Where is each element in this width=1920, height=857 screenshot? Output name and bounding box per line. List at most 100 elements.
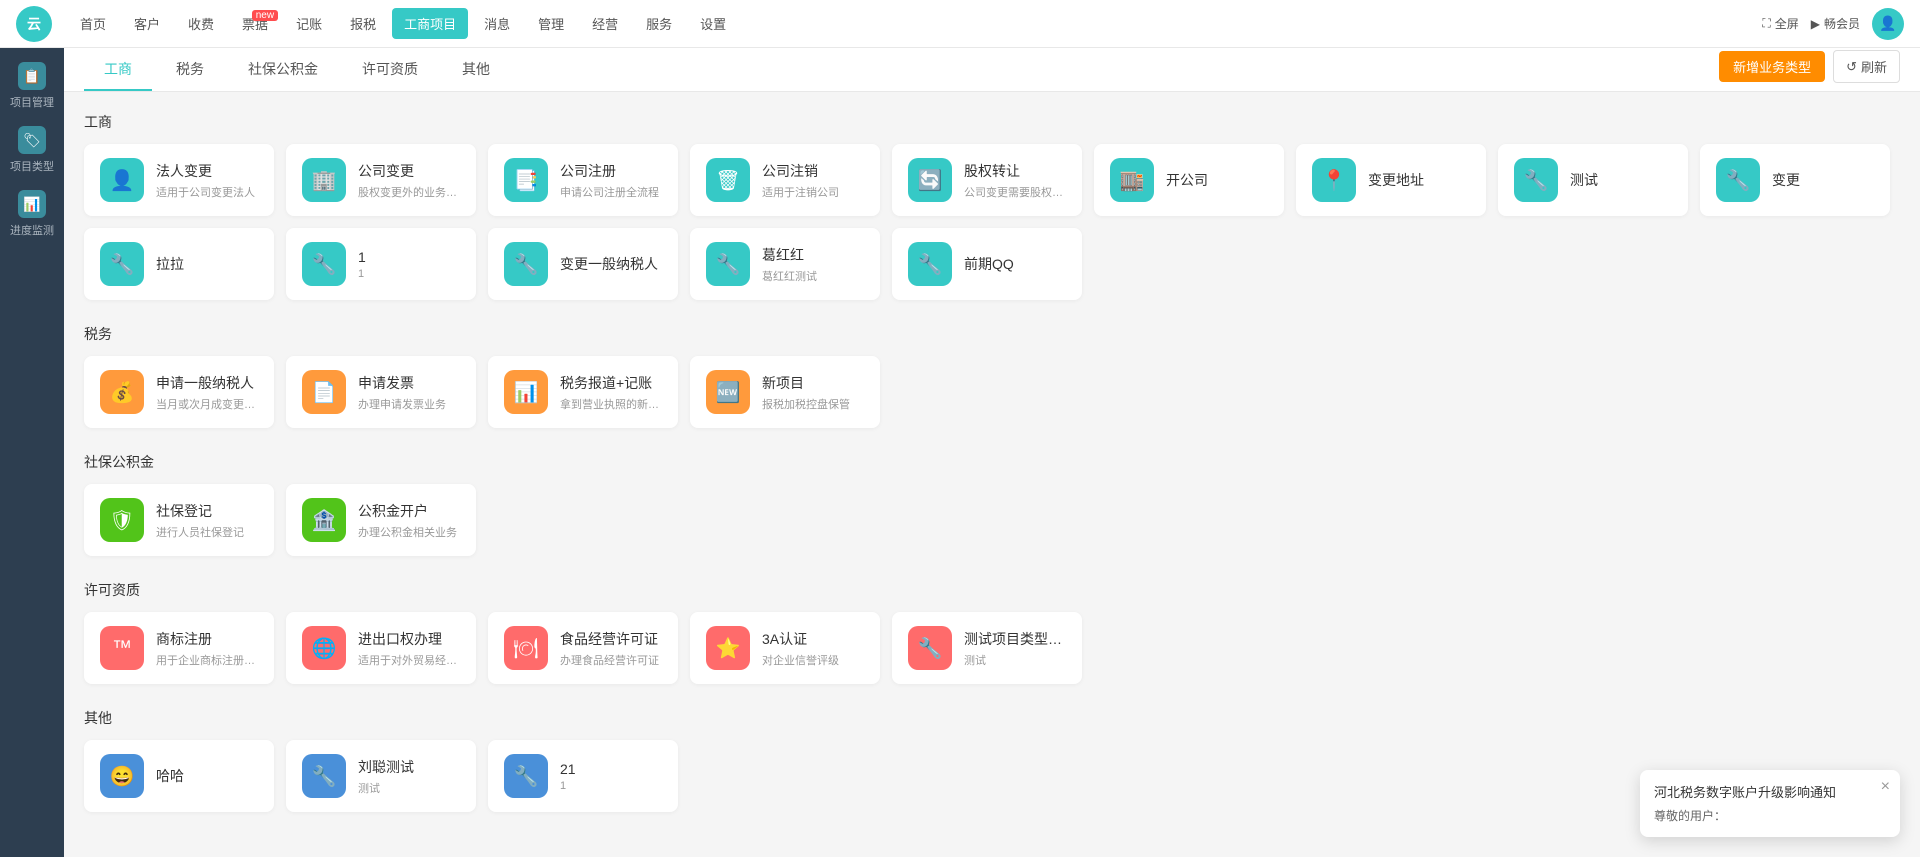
nav-item-fee[interactable]: 收费 xyxy=(176,8,226,39)
card-text-test-type: 测试项目类型目定义测试 xyxy=(964,629,1066,668)
card-desc-apply-taxpayer: 当月或次月成变更完成 xyxy=(156,396,258,412)
tabs-bar: 工商税务社保公积金许可资质其他 新增业务类型 ↺ 刷新 xyxy=(64,48,1920,92)
sidebar-item-progress-monitor[interactable]: 📊进度监测 xyxy=(2,184,62,244)
nav-item-manage[interactable]: 管理 xyxy=(526,8,576,39)
fullscreen-btn[interactable]: ⛶ 全屏 xyxy=(1762,15,1798,32)
card-desc-one: 1 xyxy=(358,268,460,280)
nav-item-service[interactable]: 服务 xyxy=(634,8,684,39)
card-equity-transfer[interactable]: 🔄 股权转让公司变更需要股权转让 xyxy=(892,144,1082,216)
card-text-prev-qq: 前期QQ xyxy=(964,254,1066,274)
card-name-import-export: 进出口权办理 xyxy=(358,629,460,649)
play-icon: ▶ xyxy=(1811,17,1820,31)
card-3a-cert[interactable]: ⭐3A认证对企业信誉评级 xyxy=(690,612,880,684)
card-change-taxpayer[interactable]: 🔧变更一般纳税人 xyxy=(488,228,678,300)
card-social-register[interactable]: 🛡社保登记进行人员社保登记 xyxy=(84,484,274,556)
card-name-test-type: 测试项目类型目定义 xyxy=(964,629,1066,649)
card-trademark-register[interactable]: ™商标注册用于企业商标注册服务 xyxy=(84,612,274,684)
card-name-test: 测试 xyxy=(1570,170,1672,190)
card-test[interactable]: 🔧测试 xyxy=(1498,144,1688,216)
card-liu-ce-test[interactable]: 🔧刘聪测试测试 xyxy=(286,740,476,812)
nav-item-account[interactable]: 记账 xyxy=(284,8,334,39)
nav-item-settings[interactable]: 设置 xyxy=(688,8,738,39)
card-icon-prev-qq: 🔧 xyxy=(908,242,952,286)
card-text-change-taxpayer: 变更一般纳税人 xyxy=(560,254,662,274)
card-name-change: 变更 xyxy=(1772,170,1874,190)
cards-grid-license-section: ™商标注册用于企业商标注册服务🌐进出口权办理适用于对外贸易经营者🍽食品经营许可证… xyxy=(84,612,1900,684)
section-title-license-section: 许可资质 xyxy=(84,580,1900,600)
card-haha[interactable]: 😄哈哈 xyxy=(84,740,274,812)
card-twenty-one[interactable]: 🔧211 xyxy=(488,740,678,812)
card-name-equity-transfer: 股权转让 xyxy=(964,161,1066,181)
section-title-social-fund-section: 社保公积金 xyxy=(84,452,1900,472)
section-title-tax-section: 税务 xyxy=(84,324,1900,344)
card-prev-qq[interactable]: 🔧 前期QQ xyxy=(892,228,1082,300)
card-apply-taxpayer[interactable]: 💰申请一般纳税人当月或次月成变更完成 xyxy=(84,356,274,428)
card-text-equity-transfer: 股权转让公司变更需要股权转让 xyxy=(964,161,1066,200)
card-food-license[interactable]: 🍽食品经营许可证办理食品经营许可证 xyxy=(488,612,678,684)
user-avatar[interactable]: 👤 xyxy=(1872,8,1904,40)
card-name-legal-change: 法人变更 xyxy=(156,161,258,181)
card-icon-change: 🔧 xyxy=(1716,158,1760,202)
card-test-type[interactable]: 🔧测试项目类型目定义测试 xyxy=(892,612,1082,684)
card-legal-change[interactable]: 👤法人变更适用于公司变更法人 xyxy=(84,144,274,216)
card-tax-report-account[interactable]: 📊税务报道+记账拿到营业执照的新公司 xyxy=(488,356,678,428)
sidebar-icon-progress-monitor: 📊 xyxy=(18,190,46,218)
nav-item-industry[interactable]: 工商项目 xyxy=(392,8,468,39)
refresh-button[interactable]: ↺ 刷新 xyxy=(1833,50,1900,83)
card-desc-gehonghong: 葛红红测试 xyxy=(762,268,864,284)
tab-social-fund[interactable]: 社保公积金 xyxy=(228,49,338,91)
nav-item-message[interactable]: 消息 xyxy=(472,8,522,39)
card-icon-equity-transfer: 🔄 xyxy=(908,158,952,202)
fullscreen-icon: ⛶ xyxy=(1762,16,1770,31)
card-icon-social-register: 🛡 xyxy=(100,498,144,542)
sidebar-item-project-type[interactable]: 🏷项目类型 xyxy=(2,120,62,180)
section-tax-section: 税务 💰申请一般纳税人当月或次月成变更完成 📄 申请发票办理申请发票业务 📊税务报道+记… xyxy=(84,324,1900,428)
card-icon-apply-invoice: 📄 xyxy=(302,370,346,414)
card-desc-food-license: 办理食品经营许可证 xyxy=(560,652,662,668)
card-text-open-company: 开公司 xyxy=(1166,170,1268,190)
card-text-test: 测试 xyxy=(1570,170,1672,190)
tab-license[interactable]: 许可资质 xyxy=(342,49,438,91)
card-name-fund-account: 公积金开户 xyxy=(358,501,460,521)
card-import-export[interactable]: 🌐进出口权办理适用于对外贸易经营者 xyxy=(286,612,476,684)
cards-grid-social-fund-section: 🛡社保登记进行人员社保登记🏦公积金开户办理公积金相关业务 xyxy=(84,484,1900,556)
card-company-cancel[interactable]: 🗑公司注销适用于注销公司 xyxy=(690,144,880,216)
nav-item-tax[interactable]: 报税 xyxy=(338,8,388,39)
card-new-project[interactable]: 🆕新项目报税加税控盘保管 xyxy=(690,356,880,428)
card-icon-one: 🔧 xyxy=(302,242,346,286)
card-change[interactable]: 🔧 变更 xyxy=(1700,144,1890,216)
card-open-company[interactable]: 🏬开公司 xyxy=(1094,144,1284,216)
nav-item-operate[interactable]: 经营 xyxy=(580,8,630,39)
tab-tax[interactable]: 税务 xyxy=(156,49,224,91)
card-desc-apply-invoice: 办理申请发票业务 xyxy=(358,396,460,412)
card-desc-company-cancel: 适用于注销公司 xyxy=(762,184,864,200)
nav-item-home[interactable]: 首页 xyxy=(68,8,118,39)
card-company-change[interactable]: 🏢公司变更股权变更外的业务变更 xyxy=(286,144,476,216)
notification-popup: × 河北税务数字账户升级影响通知 尊敬的用户： xyxy=(1640,770,1900,837)
card-desc-trademark-register: 用于企业商标注册服务 xyxy=(156,652,258,668)
member-btn[interactable]: ▶ 畅会员 xyxy=(1811,15,1860,32)
tab-industry[interactable]: 工商 xyxy=(84,49,152,91)
card-icon-liu-ce-test: 🔧 xyxy=(302,754,346,798)
card-text-tax-report-account: 税务报道+记账拿到营业执照的新公司 xyxy=(560,373,662,412)
tab-other[interactable]: 其他 xyxy=(442,49,510,91)
card-fund-account[interactable]: 🏦公积金开户办理公积金相关业务 xyxy=(286,484,476,556)
card-company-register[interactable]: 📑公司注册申请公司注册全流程 xyxy=(488,144,678,216)
nav-item-ticket[interactable]: 票据new xyxy=(230,8,280,39)
card-icon-fund-account: 🏦 xyxy=(302,498,346,542)
card-one[interactable]: 🔧11 xyxy=(286,228,476,300)
card-gehonghong[interactable]: 🔧葛红红葛红红测试 xyxy=(690,228,880,300)
nav-item-client[interactable]: 客户 xyxy=(122,8,172,39)
card-lala[interactable]: 🔧拉拉 xyxy=(84,228,274,300)
card-icon-new-project: 🆕 xyxy=(706,370,750,414)
nav-items: 首页客户收费票据new记账报税工商项目消息管理经营服务设置 xyxy=(68,8,1762,39)
card-text-apply-invoice: 申请发票办理申请发票业务 xyxy=(358,373,460,412)
add-type-button[interactable]: 新增业务类型 xyxy=(1719,51,1825,82)
sidebar-item-project-manage[interactable]: 📋项目管理 xyxy=(2,56,62,116)
card-name-liu-ce-test: 刘聪测试 xyxy=(358,757,460,777)
card-apply-invoice[interactable]: 📄 申请发票办理申请发票业务 xyxy=(286,356,476,428)
card-text-change-address: 变更地址 xyxy=(1368,170,1470,190)
card-change-address[interactable]: 📍变更地址 xyxy=(1296,144,1486,216)
notification-close[interactable]: × xyxy=(1881,778,1890,796)
card-icon-food-license: 🍽 xyxy=(504,626,548,670)
